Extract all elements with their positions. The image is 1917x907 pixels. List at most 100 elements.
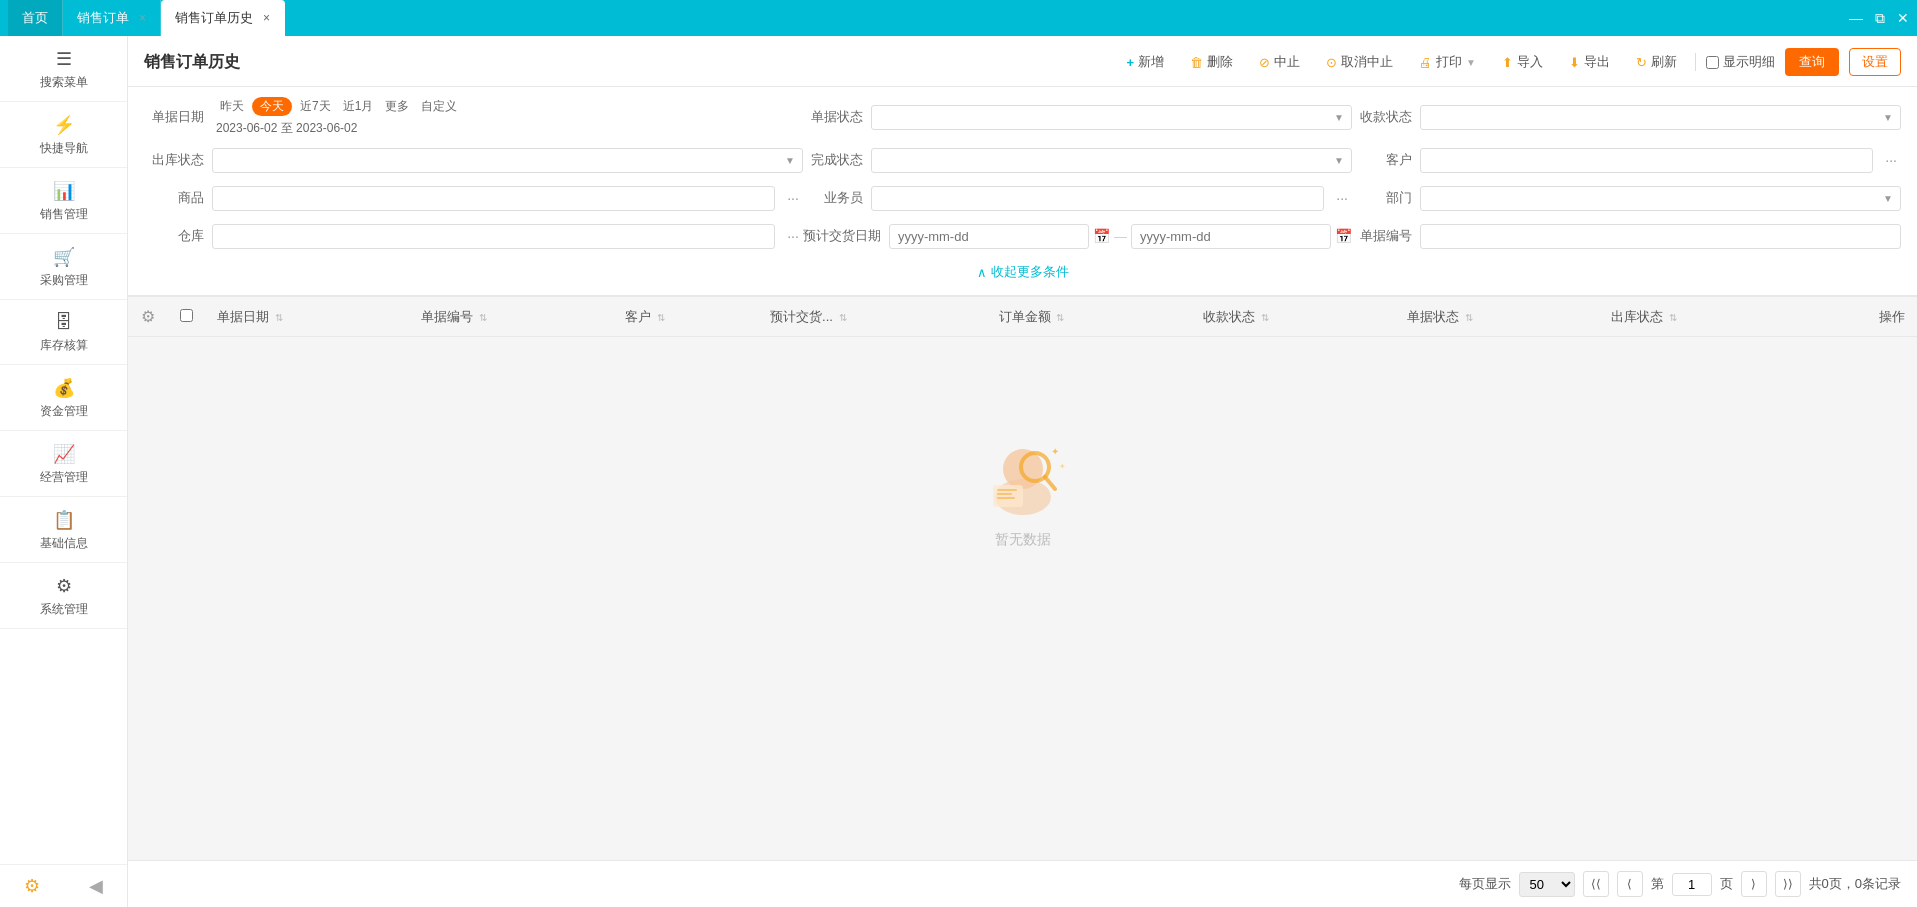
expected-delivery-end[interactable] (1131, 224, 1331, 249)
col-order-status: 单据状态 ⇅ (1395, 297, 1599, 337)
page-prev-btn[interactable]: ⟨ (1617, 871, 1643, 897)
order-status-select[interactable] (871, 105, 1352, 130)
show-details-checkbox[interactable]: 显示明细 (1706, 53, 1775, 71)
col-customer-sort-icon[interactable]: ⇅ (657, 312, 665, 323)
customer-dots-icon[interactable]: ··· (1881, 152, 1901, 168)
sidebar-item-base-info[interactable]: 📋 基础信息 (0, 497, 127, 563)
page-next-btn[interactable]: ⟩ (1741, 871, 1767, 897)
sidebar-item-finance[interactable]: 💰 资金管理 (0, 365, 127, 431)
sidebar-settings-icon[interactable]: ⚙ (24, 875, 40, 897)
tab-sales-order-history[interactable]: 销售订单历史 × (161, 0, 285, 36)
print-button[interactable]: 🖨 打印 ▼ (1411, 49, 1484, 75)
goods-label: 商品 (144, 189, 204, 207)
dept-select[interactable] (1420, 186, 1901, 211)
svg-text:✦: ✦ (1051, 446, 1059, 457)
sidebar-collapse-icon[interactable]: ◀ (89, 875, 103, 897)
tab-home[interactable]: 首页 (8, 0, 63, 36)
sidebar-item-purchase-mgmt-label: 采购管理 (40, 272, 88, 289)
warehouse-label: 仓库 (144, 227, 204, 245)
col-delivery-status-sort-icon[interactable]: ⇅ (1669, 312, 1677, 323)
expected-delivery-label: 预计交货日期 (803, 227, 881, 245)
stop-button[interactable]: ⊘ 中止 (1251, 49, 1308, 75)
col-no-sort-icon[interactable]: ⇅ (479, 312, 487, 323)
delete-button[interactable]: 🗑 删除 (1182, 49, 1241, 75)
sidebar-item-inventory-label: 库存核算 (40, 337, 88, 354)
sidebar-item-quick-nav[interactable]: ⚡ 快捷导航 (0, 102, 127, 168)
cal-start-icon[interactable]: 📅 (1093, 228, 1110, 244)
date-tag-custom[interactable]: 自定义 (417, 97, 461, 116)
sidebar-item-sales-mgmt[interactable]: 📊 销售管理 (0, 168, 127, 234)
window-minimize-icon[interactable]: — (1849, 10, 1863, 26)
completion-status-select-wrapper: ▼ (871, 148, 1352, 173)
warehouse-dots-icon[interactable]: ··· (783, 228, 803, 244)
system-mgmt-icon: ⚙ (56, 575, 72, 597)
tab-sales-order[interactable]: 销售订单 × (63, 0, 161, 36)
date-label: 单据日期 (144, 108, 204, 126)
window-close-icon[interactable]: ✕ (1897, 10, 1909, 26)
per-page-select[interactable]: 50 10 20 100 (1519, 872, 1575, 897)
refresh-button[interactable]: ↻ 刷新 (1628, 49, 1685, 75)
salesperson-input[interactable] (871, 186, 1324, 211)
stop-label: 中止 (1274, 53, 1300, 71)
delivery-status-select[interactable] (212, 148, 803, 173)
col-date: 单据日期 ⇅ (205, 297, 409, 337)
col-date-sort-icon[interactable]: ⇅ (275, 312, 283, 323)
select-all-checkbox[interactable] (180, 309, 193, 322)
ops-icon: 📈 (53, 443, 75, 465)
goods-dots-icon[interactable]: ··· (783, 190, 803, 206)
settings-button[interactable]: 设置 (1849, 48, 1901, 76)
new-button[interactable]: + 新增 (1119, 49, 1173, 75)
tab-sales-order-close[interactable]: × (139, 11, 146, 25)
settings-label: 设置 (1862, 53, 1888, 71)
new-icon: + (1127, 55, 1135, 70)
completion-status-select[interactable] (871, 148, 1352, 173)
collapse-button[interactable]: ∧ 收起更多条件 (144, 259, 1901, 285)
date-tag-today[interactable]: 今天 (252, 97, 292, 116)
date-tag-1month[interactable]: 近1月 (339, 97, 378, 116)
import-button[interactable]: ⬆ 导入 (1494, 49, 1551, 75)
cal-end-icon[interactable]: 📅 (1335, 228, 1352, 244)
sidebar-item-purchase-mgmt[interactable]: 🛒 采购管理 (0, 234, 127, 300)
svg-rect-5 (997, 489, 1017, 491)
export-button[interactable]: ⬇ 导出 (1561, 49, 1618, 75)
page-number-input[interactable] (1672, 873, 1712, 896)
sidebar-item-search-menu[interactable]: ☰ 搜索菜单 (0, 36, 127, 102)
customer-input[interactable] (1420, 148, 1873, 173)
payment-status-select[interactable] (1420, 105, 1901, 130)
sidebar-item-system-mgmt[interactable]: ⚙ 系统管理 (0, 563, 127, 629)
cancel-stop-button[interactable]: ⊙ 取消中止 (1318, 49, 1401, 75)
table-settings-icon[interactable]: ⚙ (141, 308, 155, 325)
col-payment-status-sort-icon[interactable]: ⇅ (1261, 312, 1269, 323)
sidebar-item-sales-mgmt-label: 销售管理 (40, 206, 88, 223)
content-area: 销售订单历史 + 新增 🗑 删除 ⊘ 中止 ⊙ (128, 36, 1917, 907)
salesperson-dots-icon[interactable]: ··· (1332, 190, 1352, 206)
query-button[interactable]: 查询 (1785, 48, 1839, 76)
col-order-status-sort-icon[interactable]: ⇅ (1465, 312, 1473, 323)
goods-input[interactable] (212, 186, 775, 211)
tab-sales-order-history-label: 销售订单历史 (175, 9, 253, 27)
col-amount-sort-icon[interactable]: ⇅ (1056, 312, 1064, 323)
page-last-btn[interactable]: ⟩⟩ (1775, 871, 1801, 897)
col-expected-delivery-sort-icon[interactable]: ⇅ (839, 312, 847, 323)
page-first-btn[interactable]: ⟨⟨ (1583, 871, 1609, 897)
payment-status-label: 收款状态 (1352, 108, 1412, 126)
svg-rect-7 (997, 497, 1015, 499)
warehouse-input[interactable] (212, 224, 775, 249)
date-filter: 单据日期 昨天 今天 近7天 近1月 更多 自定义 2023-06-02 至 2… (144, 97, 803, 137)
order-no-input[interactable] (1420, 224, 1901, 249)
tab-sales-order-history-close[interactable]: × (263, 11, 270, 25)
completion-status-label: 完成状态 (803, 151, 863, 169)
sidebar-item-inventory[interactable]: 🗄 库存核算 (0, 300, 127, 365)
finance-icon: 💰 (53, 377, 75, 399)
page-suffix: 页 (1720, 875, 1733, 893)
date-tag-yesterday[interactable]: 昨天 (216, 97, 248, 116)
show-details-input[interactable] (1706, 56, 1719, 69)
date-tag-7days[interactable]: 近7天 (296, 97, 335, 116)
delete-icon: 🗑 (1190, 55, 1203, 70)
col-customer: 客户 ⇅ (613, 297, 758, 337)
collapse-up-icon: ∧ (977, 265, 987, 280)
expected-delivery-start[interactable] (889, 224, 1089, 249)
window-restore-icon[interactable]: ⧉ (1875, 10, 1885, 27)
sidebar-item-ops[interactable]: 📈 经营管理 (0, 431, 127, 497)
date-tag-more[interactable]: 更多 (381, 97, 413, 116)
